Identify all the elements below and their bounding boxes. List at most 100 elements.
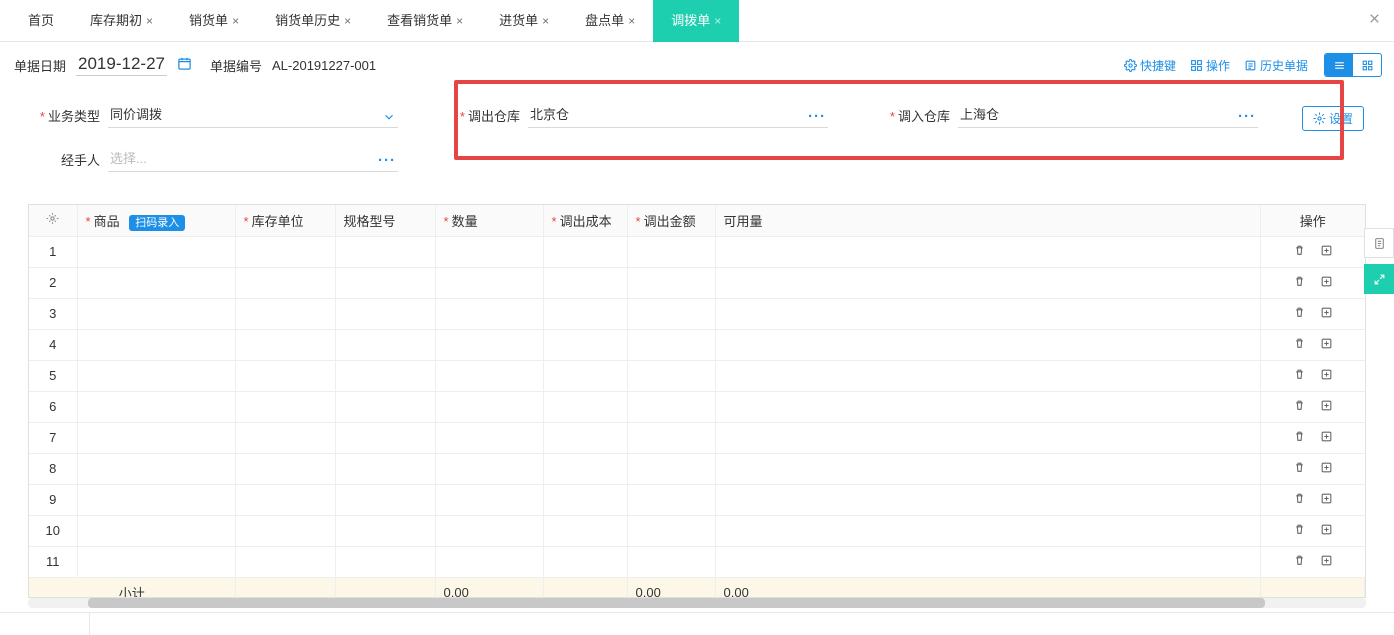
table-row[interactable]: 6 <box>29 391 1365 422</box>
cell-amount[interactable] <box>627 360 715 391</box>
delete-row-icon[interactable] <box>1293 554 1306 570</box>
table-row[interactable]: 8 <box>29 453 1365 484</box>
cell-product[interactable] <box>77 267 235 298</box>
delete-row-icon[interactable] <box>1293 461 1306 477</box>
cell-cost[interactable] <box>543 236 627 267</box>
notes-float-button[interactable] <box>1364 228 1394 258</box>
table-row[interactable]: 1 <box>29 236 1365 267</box>
tab-首页[interactable]: 首页 <box>10 0 72 42</box>
close-all-tabs-icon[interactable] <box>1367 11 1382 31</box>
cell-cost[interactable] <box>543 453 627 484</box>
cell-avail[interactable] <box>715 360 1261 391</box>
cell-unit[interactable] <box>235 515 335 546</box>
cell-cost[interactable] <box>543 267 627 298</box>
biz-type-select[interactable]: 同价调拨 <box>108 102 398 128</box>
delete-row-icon[interactable] <box>1293 368 1306 384</box>
settings-button[interactable]: 设置 <box>1302 106 1364 131</box>
delete-row-icon[interactable] <box>1293 430 1306 446</box>
tab-库存期初[interactable]: 库存期初× <box>72 0 171 42</box>
table-row[interactable]: 7 <box>29 422 1365 453</box>
table-row[interactable]: 11 <box>29 546 1365 577</box>
tab-调拨单[interactable]: 调拨单× <box>653 0 739 42</box>
close-icon[interactable]: × <box>146 14 153 28</box>
cell-amount[interactable] <box>627 546 715 577</box>
cell-amount[interactable] <box>627 298 715 329</box>
cell-unit[interactable] <box>235 298 335 329</box>
cell-spec[interactable] <box>335 298 435 329</box>
cell-cost[interactable] <box>543 329 627 360</box>
dots-icon[interactable]: ··· <box>1238 104 1256 130</box>
cell-amount[interactable] <box>627 391 715 422</box>
shortcuts-link[interactable]: 快捷键 <box>1124 57 1176 74</box>
cell-spec[interactable] <box>335 329 435 360</box>
cell-qty[interactable] <box>435 267 543 298</box>
cell-qty[interactable] <box>435 329 543 360</box>
scan-badge[interactable]: 扫码录入 <box>129 215 185 231</box>
close-icon[interactable]: × <box>344 14 351 28</box>
cell-product[interactable] <box>77 422 235 453</box>
cell-product[interactable] <box>77 515 235 546</box>
cell-unit[interactable] <box>235 267 335 298</box>
cell-product[interactable] <box>77 546 235 577</box>
cell-spec[interactable] <box>335 391 435 422</box>
add-row-icon[interactable] <box>1320 306 1333 322</box>
delete-row-icon[interactable] <box>1293 337 1306 353</box>
cell-amount[interactable] <box>627 422 715 453</box>
cell-avail[interactable] <box>715 236 1261 267</box>
cell-amount[interactable] <box>627 484 715 515</box>
table-row[interactable]: 4 <box>29 329 1365 360</box>
add-row-icon[interactable] <box>1320 430 1333 446</box>
cell-avail[interactable] <box>715 267 1261 298</box>
cell-product[interactable] <box>77 453 235 484</box>
cell-product[interactable] <box>77 329 235 360</box>
view-grid-btn[interactable] <box>1353 54 1381 76</box>
cell-qty[interactable] <box>435 391 543 422</box>
cell-avail[interactable] <box>715 515 1261 546</box>
delete-row-icon[interactable] <box>1293 523 1306 539</box>
out-wh-select[interactable]: 北京仓 ··· <box>528 102 828 128</box>
add-row-icon[interactable] <box>1320 368 1333 384</box>
h-scrollbar[interactable] <box>28 598 1366 608</box>
view-list-btn[interactable] <box>1325 54 1353 76</box>
expand-float-button[interactable] <box>1364 264 1394 294</box>
calendar-icon[interactable] <box>177 56 192 74</box>
add-row-icon[interactable] <box>1320 492 1333 508</box>
cell-unit[interactable] <box>235 484 335 515</box>
cell-spec[interactable] <box>335 515 435 546</box>
cell-qty[interactable] <box>435 298 543 329</box>
add-row-icon[interactable] <box>1320 244 1333 260</box>
handler-select[interactable]: 选择... ··· <box>108 146 398 172</box>
cell-product[interactable] <box>77 391 235 422</box>
cell-avail[interactable] <box>715 453 1261 484</box>
cell-spec[interactable] <box>335 236 435 267</box>
add-row-icon[interactable] <box>1320 275 1333 291</box>
cell-spec[interactable] <box>335 546 435 577</box>
delete-row-icon[interactable] <box>1293 275 1306 291</box>
cell-unit[interactable] <box>235 329 335 360</box>
tab-进货单[interactable]: 进货单× <box>481 0 567 42</box>
table-row[interactable]: 10 <box>29 515 1365 546</box>
table-row[interactable]: 9 <box>29 484 1365 515</box>
delete-row-icon[interactable] <box>1293 492 1306 508</box>
cell-amount[interactable] <box>627 515 715 546</box>
cell-amount[interactable] <box>627 267 715 298</box>
cell-unit[interactable] <box>235 453 335 484</box>
cell-qty[interactable] <box>435 484 543 515</box>
add-row-icon[interactable] <box>1320 523 1333 539</box>
close-icon[interactable]: × <box>628 14 635 28</box>
cell-amount[interactable] <box>627 329 715 360</box>
cell-cost[interactable] <box>543 546 627 577</box>
add-row-icon[interactable] <box>1320 337 1333 353</box>
add-row-icon[interactable] <box>1320 554 1333 570</box>
dots-icon[interactable]: ··· <box>378 148 396 174</box>
cell-avail[interactable] <box>715 422 1261 453</box>
cell-spec[interactable] <box>335 267 435 298</box>
cell-spec[interactable] <box>335 360 435 391</box>
cell-product[interactable] <box>77 236 235 267</box>
history-link[interactable]: 历史单据 <box>1244 57 1308 74</box>
chevron-down-icon[interactable] <box>382 106 396 132</box>
close-icon[interactable]: × <box>714 14 721 28</box>
cell-avail[interactable] <box>715 484 1261 515</box>
cell-cost[interactable] <box>543 360 627 391</box>
cell-avail[interactable] <box>715 546 1261 577</box>
